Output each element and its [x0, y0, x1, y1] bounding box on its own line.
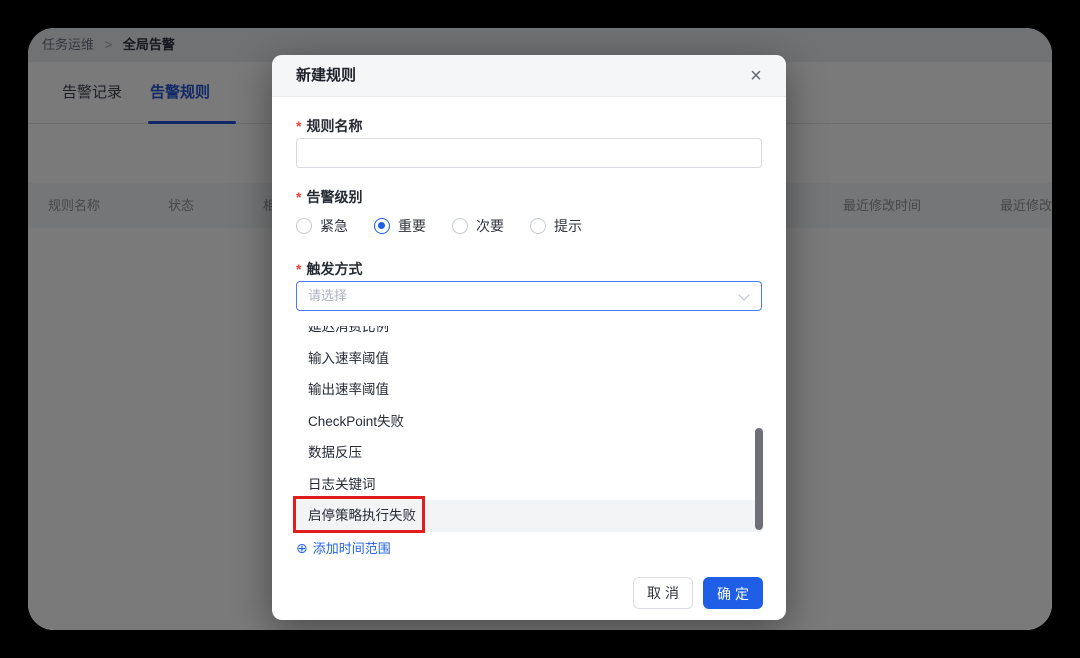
- chevron-down-icon: [738, 289, 750, 301]
- required-asterisk: *: [296, 261, 302, 277]
- new-rule-modal: 新建规则 × * 规则名称 * 告警级别 紧急 重要 次要 提示 * 触发方式 …: [272, 55, 786, 620]
- radio-circle-icon[interactable]: [296, 218, 312, 234]
- dropdown-option[interactable]: 数据反压: [296, 437, 762, 469]
- trigger-method-label-text: 触发方式: [306, 261, 363, 277]
- trigger-method-select[interactable]: 请选择: [296, 281, 762, 311]
- alert-level-label: * 告警级别: [296, 187, 362, 207]
- dropdown-option-label: 数据反压: [308, 445, 362, 460]
- radio-label: 次要: [476, 218, 504, 234]
- trigger-method-label: * 触发方式: [296, 259, 362, 279]
- dropdown-option-label: 输入速率阈值: [308, 350, 389, 366]
- radio-label: 提示: [554, 218, 582, 234]
- add-time-range-label: 添加时间范围: [312, 541, 391, 556]
- modal-title: 新建规则: [296, 67, 357, 84]
- radio-option[interactable]: 提示: [530, 216, 582, 236]
- dropdown-option-label: CheckPoint失败: [308, 413, 405, 429]
- select-placeholder: 请选择: [308, 288, 348, 303]
- rule-name-input[interactable]: [296, 138, 762, 168]
- radio-option[interactable]: 紧急: [296, 216, 348, 236]
- dropdown-option[interactable]: 输入速率阈值: [296, 342, 762, 374]
- alert-level-label-text: 告警级别: [306, 189, 363, 205]
- dropdown-option-label: 延迟消费比例: [308, 326, 389, 334]
- rule-name-label-text: 规则名称: [306, 118, 363, 134]
- screenshot-canvas: 任务运维 > 全局告警 告警记录 告警规则 规则名称 状态 相关任务 最近修改时…: [0, 0, 1080, 658]
- plus-circle-icon: ⊕: [296, 539, 308, 556]
- modal-header: 新建规则 ×: [272, 55, 786, 97]
- dropdown-option[interactable]: 启停策略执行失败: [296, 500, 762, 532]
- radio-circle-icon[interactable]: [530, 218, 546, 234]
- close-icon[interactable]: ×: [742, 55, 770, 97]
- dropdown-option-label: 日志关键词: [308, 476, 376, 492]
- radio-option[interactable]: 重要: [374, 216, 426, 236]
- alert-level-radio-group: 紧急 重要 次要 提示: [296, 216, 582, 236]
- radio-circle-icon[interactable]: [452, 218, 468, 234]
- dropdown-option[interactable]: CheckPoint失败: [296, 405, 762, 437]
- dropdown-scrollbar-thumb[interactable]: [755, 428, 763, 530]
- radio-label: 重要: [398, 218, 426, 234]
- required-asterisk: *: [296, 118, 302, 134]
- dropdown-option-label: 启停策略执行失败: [308, 508, 416, 523]
- dropdown-option[interactable]: 日志关键词: [296, 468, 762, 500]
- dropdown-option-list: 延迟消费比例 输入速率阈值 输出速率阈值 CheckPoint失败 数据反压 日…: [296, 326, 762, 532]
- add-time-range-link[interactable]: ⊕ 添加时间范围: [296, 538, 391, 557]
- confirm-button[interactable]: 确定: [703, 577, 763, 609]
- radio-label: 紧急: [320, 218, 348, 234]
- dropdown-option-label: 输出速率阈值: [308, 382, 389, 397]
- dropdown-option[interactable]: 输出速率阈值: [296, 374, 762, 406]
- cancel-button[interactable]: 取消: [633, 577, 693, 609]
- radio-option[interactable]: 次要: [452, 216, 504, 236]
- trigger-method-dropdown: 延迟消费比例 输入速率阈值 输出速率阈值 CheckPoint失败 数据反压 日…: [296, 326, 762, 533]
- radio-circle-icon[interactable]: [374, 218, 390, 234]
- required-asterisk: *: [296, 189, 302, 205]
- dropdown-option[interactable]: 延迟消费比例: [296, 326, 762, 343]
- rule-name-label: * 规则名称: [296, 116, 362, 136]
